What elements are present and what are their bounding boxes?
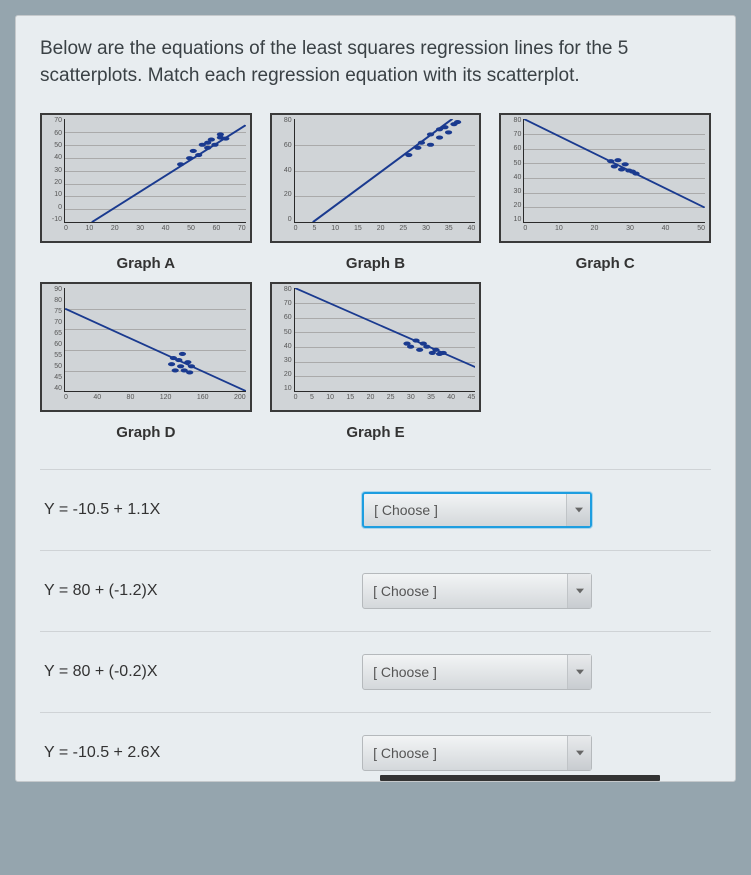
spacer <box>499 282 711 441</box>
choose-dropdown-2[interactable]: [ Choose ] <box>362 654 592 690</box>
graph-c: 8070605040302010 01020304050 Graph C <box>499 113 711 272</box>
choose-dropdown-1[interactable]: [ Choose ] <box>362 573 592 609</box>
graph-d: 90807570656055504540 04080120160200 Grap… <box>40 282 252 441</box>
y-axis-labels: 90807570656055504540 <box>44 286 62 392</box>
dropdown-placeholder: [ Choose ] <box>373 583 437 599</box>
dropdown-placeholder: [ Choose ] <box>373 745 437 761</box>
chart-frame-e: 8070605040302010 051015202530354045 <box>270 282 482 412</box>
graph-e-title: Graph E <box>270 424 482 441</box>
chevron-down-icon <box>567 574 591 608</box>
graph-c-title: Graph C <box>499 255 711 272</box>
x-axis-labels: 04080120160200 <box>64 394 246 408</box>
y-axis-labels: 806040200 <box>274 117 292 223</box>
chevron-down-icon <box>566 494 590 526</box>
match-row-0: Y = -10.5 + 1.1X [ Choose ] <box>40 469 711 550</box>
equation-label: Y = -10.5 + 2.6X <box>40 744 362 762</box>
graph-a: 706050403020100-10 010203040506070 Graph… <box>40 113 252 272</box>
chevron-down-icon <box>567 736 591 770</box>
equation-label: Y = -10.5 + 1.1X <box>40 501 362 519</box>
graph-a-title: Graph A <box>40 255 252 272</box>
charts-row-1: 706050403020100-10 010203040506070 Graph… <box>40 113 711 272</box>
question-card: Below are the equations of the least squ… <box>15 15 736 782</box>
chart-frame-b: 806040200 0510152025303540 <box>270 113 482 243</box>
match-row-3: Y = -10.5 + 2.6X [ Choose ] <box>40 712 711 775</box>
graph-e: 8070605040302010 051015202530354045 Grap… <box>270 282 482 441</box>
dropdown-placeholder: [ Choose ] <box>374 502 438 518</box>
choose-dropdown-0[interactable]: [ Choose ] <box>362 492 592 528</box>
dropdown-placeholder: [ Choose ] <box>373 664 437 680</box>
chart-frame-a: 706050403020100-10 010203040506070 <box>40 113 252 243</box>
y-axis-labels: 8070605040302010 <box>274 286 292 392</box>
x-axis-labels: 010203040506070 <box>64 225 246 239</box>
x-axis-labels: 051015202530354045 <box>294 394 476 408</box>
y-axis-labels: 706050403020100-10 <box>44 117 62 223</box>
chevron-down-icon <box>567 655 591 689</box>
graph-b-title: Graph B <box>270 255 482 272</box>
question-text: Below are the equations of the least squ… <box>40 36 711 89</box>
graph-b: 806040200 0510152025303540 Graph B <box>270 113 482 272</box>
charts-row-2: 90807570656055504540 04080120160200 Grap… <box>40 282 711 441</box>
match-row-2: Y = 80 + (-0.2)X [ Choose ] <box>40 631 711 712</box>
match-row-1: Y = 80 + (-1.2)X [ Choose ] <box>40 550 711 631</box>
equation-label: Y = 80 + (-0.2)X <box>40 663 362 681</box>
x-axis-labels: 0510152025303540 <box>294 225 476 239</box>
graph-d-title: Graph D <box>40 424 252 441</box>
chart-frame-c: 8070605040302010 01020304050 <box>499 113 711 243</box>
choose-dropdown-3[interactable]: [ Choose ] <box>362 735 592 771</box>
scrollbar[interactable] <box>380 775 660 781</box>
x-axis-labels: 01020304050 <box>523 225 705 239</box>
y-axis-labels: 8070605040302010 <box>503 117 521 223</box>
chart-frame-d: 90807570656055504540 04080120160200 <box>40 282 252 412</box>
equation-label: Y = 80 + (-1.2)X <box>40 582 362 600</box>
